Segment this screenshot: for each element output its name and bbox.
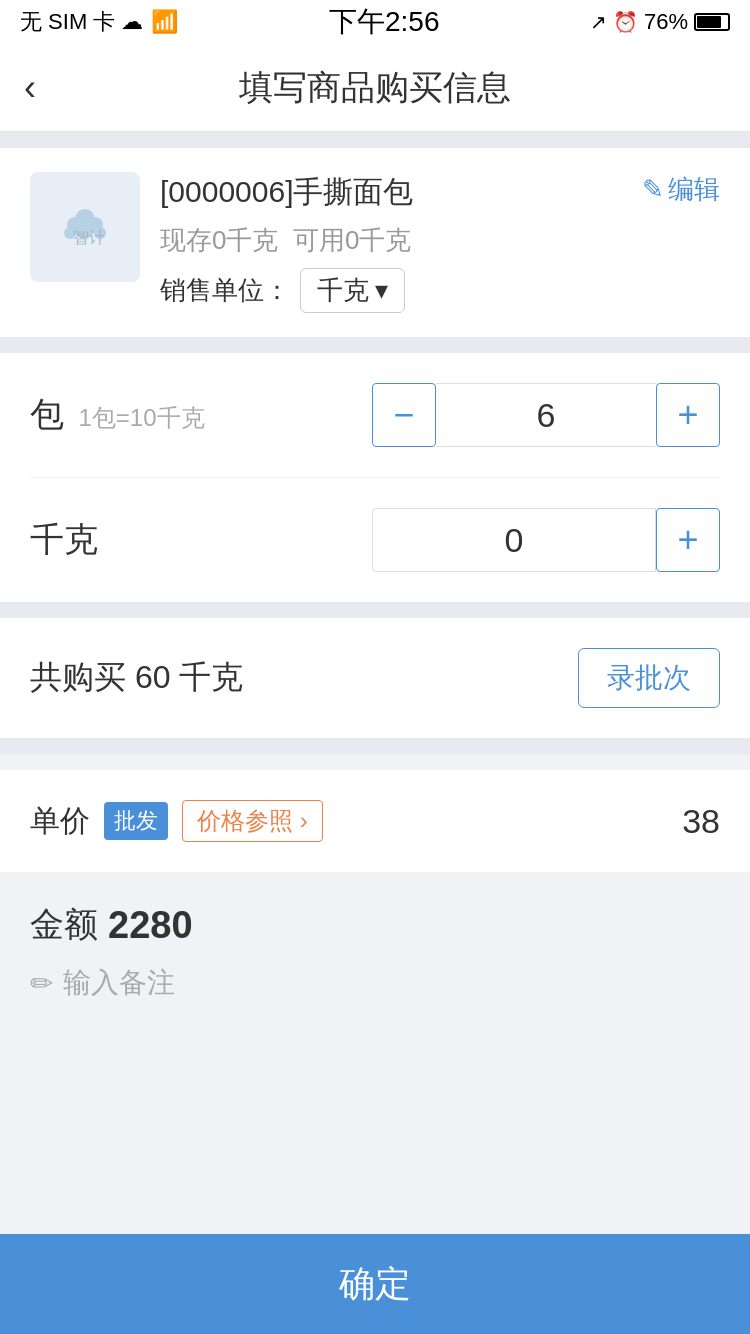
price-label: 单价 <box>30 801 90 842</box>
product-card: 智计 [0000006]手撕面包 现存0千克 可用0千克 销售单位： 千克 ▾ … <box>0 148 750 337</box>
product-unit-row: 销售单位： 千克 ▾ <box>160 268 720 313</box>
amount-value: 2280 <box>108 904 193 947</box>
unit-label-kg: 千克 <box>30 517 98 563</box>
pencil-icon: ✏ <box>30 967 53 1000</box>
back-button[interactable]: ‹ <box>24 67 36 109</box>
quantity-row-bao: 包 1包=10千克 − + <box>30 353 720 478</box>
unit-select[interactable]: 千克 ▾ <box>300 268 405 313</box>
unit-label-bao: 包 1包=10千克 <box>30 392 205 438</box>
alarm-icon: ⏰ <box>613 10 638 34</box>
qty-input-bao[interactable] <box>436 383 656 447</box>
no-sim-label: 无 SIM 卡 ☁ <box>20 7 143 37</box>
batch-button[interactable]: 录批次 <box>578 648 720 708</box>
amount-section: 金额 2280 ✏ 输入备注 <box>0 872 750 1022</box>
price-value: 38 <box>682 802 720 841</box>
edit-icon: ✎ <box>642 174 664 205</box>
confirm-bar[interactable]: 确定 <box>0 1234 750 1334</box>
battery-label: 76% <box>644 9 688 35</box>
increase-kg-button[interactable]: + <box>656 508 720 572</box>
confirm-button[interactable]: 确定 <box>339 1260 411 1309</box>
location-icon: ↗ <box>590 10 607 34</box>
status-left: 无 SIM 卡 ☁ 📶 <box>20 7 178 37</box>
nav-bar: ‹ 填写商品购买信息 <box>0 44 750 132</box>
qty-input-kg[interactable] <box>372 508 656 572</box>
amount-row: 金额 2280 <box>30 902 720 948</box>
page-title: 填写商品购买信息 <box>239 65 511 111</box>
note-row[interactable]: ✏ 输入备注 <box>30 964 720 1002</box>
increase-bao-button[interactable]: + <box>656 383 720 447</box>
qty-control-kg: + <box>372 508 720 572</box>
product-stock: 现存0千克 可用0千克 <box>160 223 720 258</box>
status-bar: 无 SIM 卡 ☁ 📶 下午2:56 ↗ ⏰ 76% <box>0 0 750 44</box>
battery-icon <box>694 13 730 31</box>
product-info: [0000006]手撕面包 现存0千克 可用0千克 销售单位： 千克 ▾ <box>160 172 720 313</box>
separator-4 <box>0 738 750 754</box>
total-section: 共购买 60 千克 录批次 <box>0 618 750 738</box>
separator-1 <box>0 132 750 148</box>
wifi-icon: 📶 <box>151 9 178 35</box>
quantity-section: 包 1包=10千克 − + 千克 + <box>0 353 750 602</box>
product-name: [0000006]手撕面包 <box>160 172 720 213</box>
separator-2 <box>0 337 750 353</box>
status-right: ↗ ⏰ 76% <box>590 9 730 35</box>
quantity-row-kg: 千克 + <box>30 478 720 602</box>
total-text: 共购买 60 千克 <box>30 656 243 700</box>
amount-label: 金额 <box>30 902 98 948</box>
price-ref-button[interactable]: 价格参照 › <box>182 800 323 842</box>
status-time: 下午2:56 <box>329 3 440 41</box>
svg-text:智计: 智计 <box>73 229 105 246</box>
qty-control-bao: − + <box>372 383 720 447</box>
unit-hint-bao: 1包=10千克 <box>78 404 204 431</box>
tag-batch: 批发 <box>104 802 168 840</box>
separator-3 <box>0 602 750 618</box>
product-image: 智计 <box>30 172 140 282</box>
decrease-bao-button[interactable]: − <box>372 383 436 447</box>
note-placeholder: 输入备注 <box>63 964 175 1002</box>
chevron-down-icon: ▾ <box>375 275 388 306</box>
total-value: 60 <box>135 659 171 695</box>
edit-button[interactable]: ✎ 编辑 <box>642 172 720 207</box>
price-section: 单价 批发 价格参照 › 38 <box>0 770 750 872</box>
